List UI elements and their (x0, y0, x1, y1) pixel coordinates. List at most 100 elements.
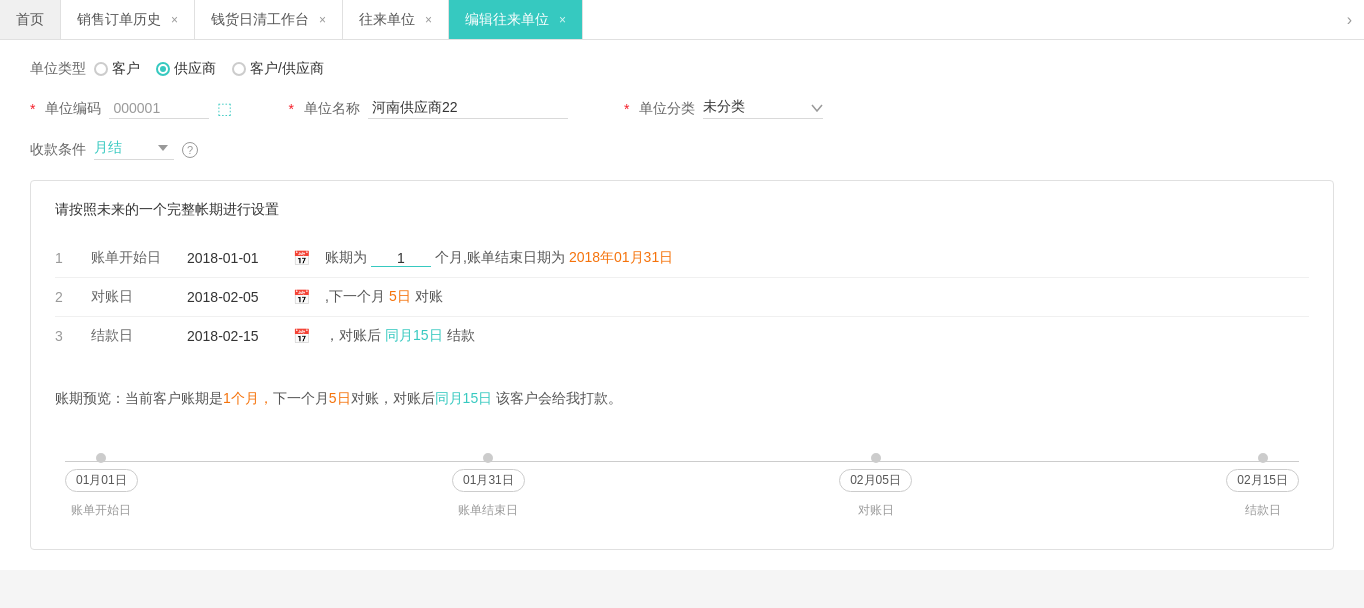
timeline-point-3: 02月05日 对账日 (839, 453, 912, 519)
help-icon[interactable]: ? (182, 142, 198, 158)
timeline-point-1: 01月01日 账单开始日 (65, 453, 138, 519)
tab-cash-work-close[interactable]: × (319, 13, 326, 27)
timeline-dot-1 (96, 453, 106, 463)
step-3-desc-suffix: 结款 (447, 327, 475, 345)
unit-details-row: * 单位编码 ⬚ * 单位名称 * 单位分类 未分类 (30, 98, 1334, 119)
unit-code-required: * (30, 101, 35, 117)
step-3-date: 2018-02-15 (187, 328, 277, 344)
tab-cash-work-label: 钱货日清工作台 (211, 11, 309, 29)
timeline-label-2: 账单结束日 (458, 502, 518, 519)
payment-condition-chevron-icon (158, 145, 168, 151)
step-row-1: 1 账单开始日 2018-01-01 📅 账期为 个月,账单结束日期为 2018… (55, 239, 1309, 278)
copy-icon[interactable]: ⬚ (217, 99, 232, 118)
radio-supplier[interactable]: 供应商 (156, 60, 216, 78)
steps-table: 1 账单开始日 2018-01-01 📅 账期为 个月,账单结束日期为 2018… (55, 239, 1309, 355)
timeline-dot-4 (1258, 453, 1268, 463)
tab-cash-work[interactable]: 钱货日清工作台 × (195, 0, 343, 39)
tabs-bar: 首页 销售订单历史 × 钱货日清工作台 × 往来单位 × 编辑往来单位 × › (0, 0, 1364, 40)
unit-classification-required: * (624, 101, 629, 117)
timeline-badge-2: 01月31日 (452, 469, 525, 492)
step-3-highlight2: 同月15日 (385, 327, 443, 345)
unit-code-label: 单位编码 (45, 100, 101, 118)
timeline-badge-3: 02月05日 (839, 469, 912, 492)
preview-text: 账期预览：当前客户账期是1个月，下一个月5日对账，对账后同月15日 该客户会给我… (55, 387, 1309, 409)
unit-code-field: * 单位编码 ⬚ (30, 98, 232, 119)
radio-both[interactable]: 客户/供应商 (232, 60, 324, 78)
tab-edit-trading-unit-label: 编辑往来单位 (465, 11, 549, 29)
timeline-point-2: 01月31日 账单结束日 (452, 453, 525, 519)
inner-box-title: 请按照未来的一个完整帐期进行设置 (55, 201, 1309, 219)
step-1-num: 1 (55, 250, 75, 266)
unit-classification-select[interactable]: 未分类 (703, 98, 823, 119)
tab-edit-trading-unit-close[interactable]: × (559, 13, 566, 27)
tab-trading-unit-label: 往来单位 (359, 11, 415, 29)
step-1-calendar-icon[interactable]: 📅 (293, 250, 309, 266)
unit-type-radio-group: 客户 供应商 客户/供应商 (94, 60, 324, 78)
timeline-dot-2 (483, 453, 493, 463)
radio-supplier-label: 供应商 (174, 60, 216, 78)
payment-condition-field: 收款条件 月结 ? (30, 139, 198, 160)
tab-trading-unit[interactable]: 往来单位 × (343, 0, 449, 39)
tab-trading-unit-close[interactable]: × (425, 13, 432, 27)
step-3-label: 结款日 (91, 327, 171, 345)
preview-prefix: 账期预览：当前客户账期是 (55, 390, 223, 406)
unit-code-input[interactable] (109, 98, 209, 119)
step-1-date: 2018-01-01 (187, 250, 277, 266)
payment-condition-select[interactable]: 月结 (94, 139, 174, 160)
unit-classification-value: 未分类 (703, 98, 763, 116)
payment-condition-label: 收款条件 (30, 141, 86, 159)
preview-reconcile: 5日 (329, 390, 351, 406)
timeline-point-4: 02月15日 结款日 (1226, 453, 1299, 519)
tab-home-label: 首页 (16, 11, 44, 29)
unit-classification-label: 单位分类 (639, 100, 695, 118)
preview-reconcile-prefix: 下一个月 (273, 390, 329, 406)
step-1-desc-suffix: 个月,账单结束日期为 (435, 249, 565, 267)
radio-customer-label: 客户 (112, 60, 140, 78)
unit-type-label: 单位类型 (30, 60, 86, 78)
unit-name-required: * (288, 101, 293, 117)
unit-name-input[interactable] (368, 98, 568, 119)
tab-edit-trading-unit[interactable]: 编辑往来单位 × (449, 0, 583, 39)
step-1-description: 账期为 个月,账单结束日期为 2018年01月31日 (325, 249, 673, 267)
step-2-highlight1: 5日 (389, 288, 411, 306)
unit-name-field: * 单位名称 (288, 98, 567, 119)
tab-sales-history-close[interactable]: × (171, 13, 178, 27)
preview-reconcile-suffix: 对账，对账后 (351, 390, 435, 406)
main-content: 单位类型 客户 供应商 客户/供应商 * 单位编码 (0, 40, 1364, 570)
unit-type-row: 单位类型 客户 供应商 客户/供应商 (30, 60, 1334, 78)
radio-customer[interactable]: 客户 (94, 60, 140, 78)
step-2-num: 2 (55, 289, 75, 305)
step-2-desc-prefix: ,下一个月 (325, 288, 385, 306)
timeline-badge-4: 02月15日 (1226, 469, 1299, 492)
period-input[interactable] (371, 250, 431, 267)
step-1-end-date: 2018年01月31日 (569, 249, 673, 267)
tab-sales-history[interactable]: 销售订单历史 × (61, 0, 195, 39)
preview-period: 1个月， (223, 390, 273, 406)
step-2-calendar-icon[interactable]: 📅 (293, 289, 309, 305)
preview-suffix: 该客户会给我打款。 (496, 390, 622, 406)
radio-both-label: 客户/供应商 (250, 60, 324, 78)
tab-sales-history-label: 销售订单历史 (77, 11, 161, 29)
tab-more-button[interactable]: › (1335, 11, 1364, 29)
unit-type-field: 单位类型 客户 供应商 客户/供应商 (30, 60, 324, 78)
step-3-calendar-icon[interactable]: 📅 (293, 328, 309, 344)
timeline-badge-1: 01月01日 (65, 469, 138, 492)
step-row-2: 2 对账日 2018-02-05 📅 ,下一个月5日对账 (55, 278, 1309, 317)
radio-both-circle (232, 62, 246, 76)
tab-home[interactable]: 首页 (0, 0, 61, 39)
step-2-date: 2018-02-05 (187, 289, 277, 305)
step-2-label: 对账日 (91, 288, 171, 306)
step-1-desc-prefix: 账期为 (325, 249, 367, 267)
timeline-label-4: 结款日 (1245, 502, 1281, 519)
payment-condition-row: 收款条件 月结 ? (30, 139, 1334, 160)
step-3-num: 3 (55, 328, 75, 344)
step-2-desc-suffix: 对账 (415, 288, 443, 306)
timeline-label-3: 对账日 (858, 502, 894, 519)
timeline-container: 01月01日 账单开始日 01月31日 账单结束日 02月05日 对账日 (55, 433, 1309, 529)
classification-chevron-icon (811, 104, 823, 112)
step-row-3: 3 结款日 2018-02-15 📅 ，对账后同月15日结款 (55, 317, 1309, 355)
unit-classification-field: * 单位分类 未分类 (624, 98, 823, 119)
unit-name-label: 单位名称 (304, 100, 360, 118)
step-1-label: 账单开始日 (91, 249, 171, 267)
timeline-dot-3 (871, 453, 881, 463)
